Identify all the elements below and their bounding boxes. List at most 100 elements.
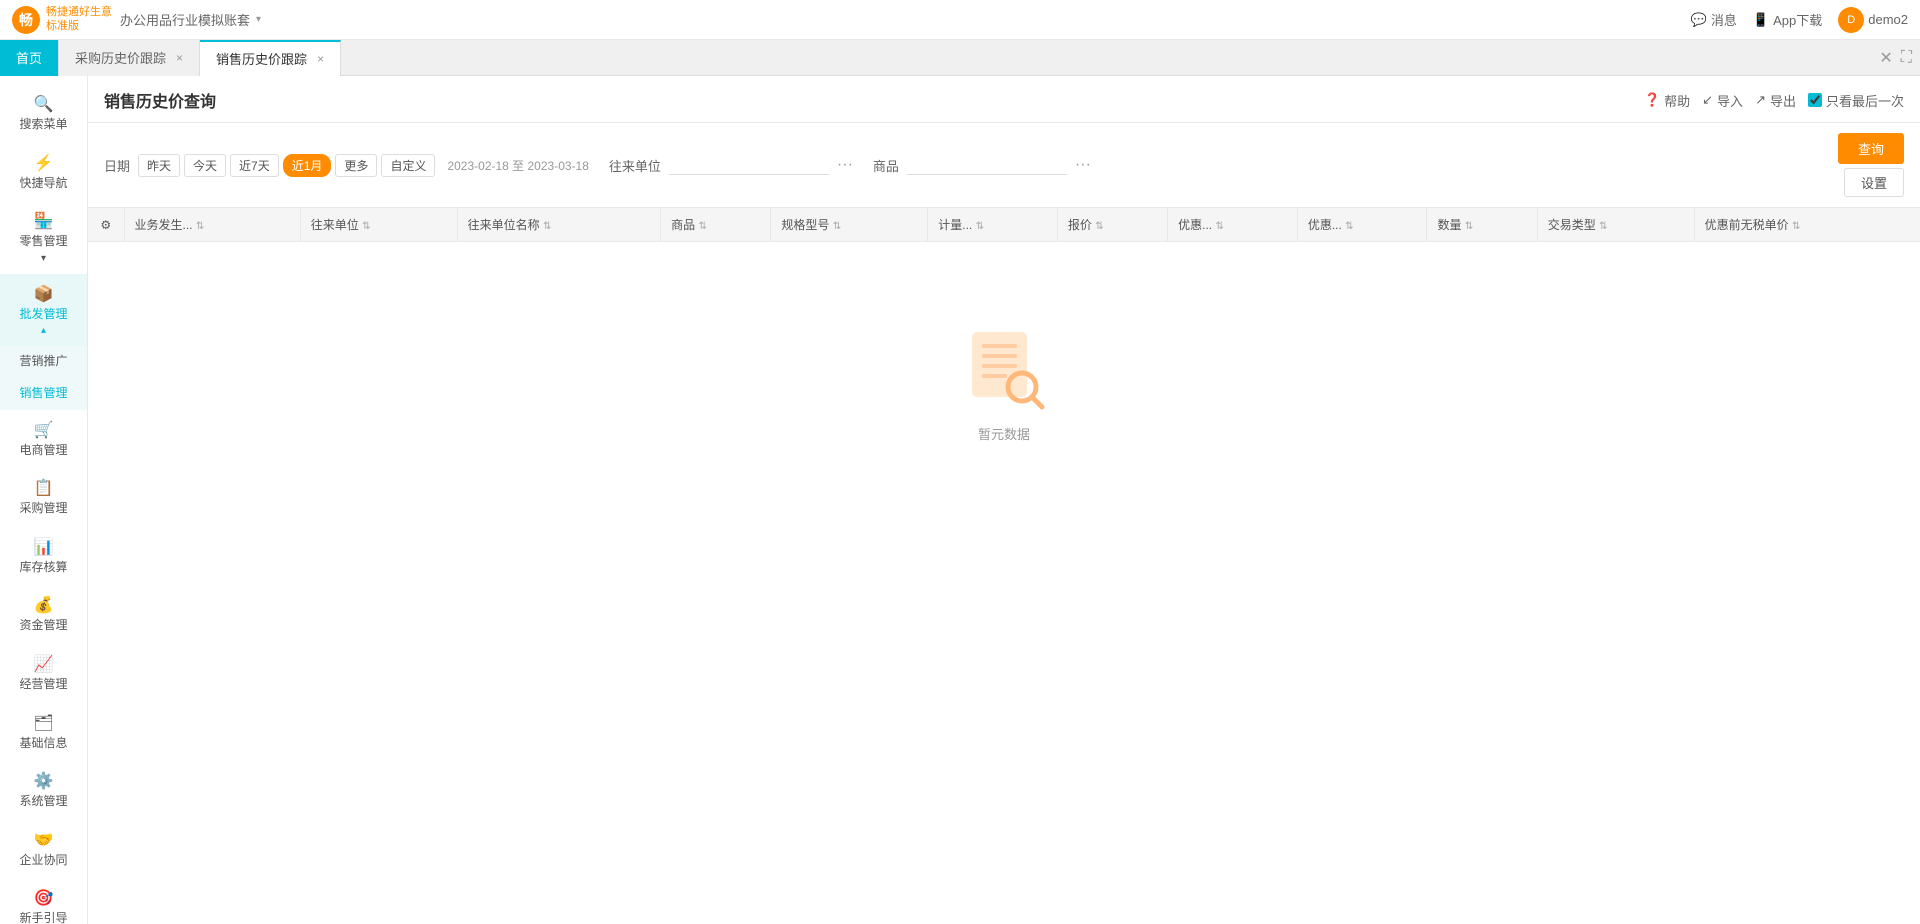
th-spec[interactable]: 规格型号 ⇅ xyxy=(771,208,928,242)
sort-icon: ⇅ xyxy=(196,221,204,232)
sidebar-sub-item-sales-mgmt[interactable]: 销售管理 xyxy=(0,378,87,410)
top-bar: 畅 畅捷通好生意 标准版 办公用品行业模拟账套 ▾ 💬 消息 📱 App下载 D… xyxy=(0,0,1920,40)
operations-icon: 📈 xyxy=(34,654,54,674)
goods-input[interactable] xyxy=(907,155,1067,175)
sidebar-item-finance[interactable]: 💰 资金管理 xyxy=(0,585,87,644)
sidebar-item-inventory[interactable]: 📊 库存核算 xyxy=(0,527,87,586)
th-discount2[interactable]: 优惠... ⇅ xyxy=(1297,208,1427,242)
home-tab-label: 首页 xyxy=(16,48,42,67)
th-pre-tax-price[interactable]: 优惠前无税单价 ⇅ xyxy=(1694,208,1920,242)
th-discount1[interactable]: 优惠... ⇅ xyxy=(1168,208,1298,242)
incoming-unit-filter: 往来单位 ··· xyxy=(609,155,853,175)
sidebar-item-wholesale[interactable]: 📦 批发管理 ▴ xyxy=(0,274,87,347)
th-price[interactable]: 报价 ⇅ xyxy=(1057,208,1167,242)
th-qty-label: 数量 xyxy=(1437,218,1461,232)
goods-label: 商品 xyxy=(873,156,899,175)
sort-icon: ⇅ xyxy=(1216,221,1224,232)
maximize-button[interactable]: ⛶ xyxy=(1901,49,1912,67)
th-trade-type[interactable]: 交易类型 ⇅ xyxy=(1537,208,1694,242)
th-goods[interactable]: 商品 ⇅ xyxy=(661,208,771,242)
sidebar-item-retail[interactable]: 🏪 零售管理 ▾ xyxy=(0,201,87,274)
inventory-icon: 📊 xyxy=(34,537,54,557)
page-title: 销售历史价查询 xyxy=(104,88,216,112)
sidebar-item-search[interactable]: 🔍 搜索菜单 xyxy=(0,84,87,143)
tab-sales-history[interactable]: 销售历史价跟踪 × xyxy=(200,40,341,76)
sort-icon: ⇅ xyxy=(1792,221,1800,232)
date-btn-yesterday[interactable]: 昨天 xyxy=(138,154,180,177)
date-btn-custom[interactable]: 自定义 xyxy=(381,154,435,177)
th-biz-date[interactable]: 业务发生... ⇅ xyxy=(124,208,300,242)
th-gear[interactable]: ⚙ xyxy=(88,208,124,242)
sidebar-item-operations[interactable]: 📈 经营管理 xyxy=(0,644,87,703)
tab-home[interactable]: 首页 xyxy=(0,40,59,76)
th-qty[interactable]: 数量 ⇅ xyxy=(1427,208,1537,242)
sort-icon: ⇅ xyxy=(833,221,841,232)
gear-icon[interactable]: ⚙ xyxy=(100,218,111,232)
table-container: ⚙ 业务发生... ⇅ 往来单位 ⇅ 往来单位名称 ⇅ xyxy=(88,208,1920,924)
sidebar-item-new-guide[interactable]: 🎯 新手引导 xyxy=(0,878,87,924)
export-button[interactable]: ↗ 导出 xyxy=(1755,91,1796,110)
top-bar-right: 💬 消息 📱 App下载 D demo2 xyxy=(1691,7,1908,33)
chevron-down-icon: ▾ xyxy=(41,253,46,264)
sidebar-item-purchase[interactable]: 📋 采购管理 xyxy=(0,468,87,527)
chevron-up-icon: ▴ xyxy=(41,325,46,336)
close-purchase-history-icon[interactable]: × xyxy=(176,51,183,65)
page-actions: ❓ 帮助 ↙ 导入 ↗ 导出 只看最后一次 xyxy=(1644,91,1904,110)
date-btn-7days[interactable]: 近7天 xyxy=(230,154,279,177)
tab-controls: ✕ ⛶ xyxy=(1871,48,1920,68)
sidebar-item-system[interactable]: ⚙️ 系统管理 xyxy=(0,761,87,820)
sort-icon: ⇅ xyxy=(976,221,984,232)
close-tab-button[interactable]: ✕ xyxy=(1879,48,1892,68)
goods-filter: 商品 ··· xyxy=(873,155,1091,175)
empty-illustration xyxy=(954,322,1054,412)
sales-history-tab-label: 销售历史价跟踪 xyxy=(216,49,307,68)
goods-picker-icon[interactable]: ··· xyxy=(1075,156,1091,174)
help-button[interactable]: ❓ 帮助 xyxy=(1644,91,1690,110)
sidebar: 🔍 搜索菜单 ⚡ 快捷导航 🏪 零售管理 ▾ 📦 批发管理 ▴ 营销推广 销售管… xyxy=(0,76,88,924)
search-icon: 🔍 xyxy=(34,94,54,114)
company-selector[interactable]: 办公用品行业模拟账套 ▾ xyxy=(120,10,261,29)
th-trade-type-label: 交易类型 xyxy=(1548,218,1596,232)
sidebar-item-enterprise-collab[interactable]: 🤝 企业协同 xyxy=(0,820,87,879)
date-btn-1month[interactable]: 近1月 xyxy=(283,154,332,177)
logo-text: 畅捷通好生意 标准版 xyxy=(46,6,112,32)
incoming-unit-input[interactable] xyxy=(669,155,829,175)
sort-icon: ⇅ xyxy=(1345,221,1353,232)
sort-icon: ⇅ xyxy=(1465,221,1473,232)
logo-area: 畅 畅捷通好生意 标准版 xyxy=(12,6,112,34)
th-pre-tax-price-label: 优惠前无税单价 xyxy=(1705,218,1789,232)
th-unit-code-label: 往来单位 xyxy=(311,218,359,232)
settings-button[interactable]: 设置 xyxy=(1844,168,1904,197)
import-button[interactable]: ↙ 导入 xyxy=(1702,91,1743,110)
th-unit-name[interactable]: 往来单位名称 ⇅ xyxy=(457,208,660,242)
sidebar-item-base-info[interactable]: 🗂 基础信息 xyxy=(0,703,87,762)
purchase-icon: 📋 xyxy=(34,478,54,498)
close-sales-history-icon[interactable]: × xyxy=(317,52,324,66)
th-unit[interactable]: 计量... ⇅ xyxy=(928,208,1058,242)
only-last-checkbox[interactable] xyxy=(1808,93,1822,107)
export-icon: ↗ xyxy=(1755,92,1766,108)
sidebar-item-ecommerce[interactable]: 🛒 电商管理 xyxy=(0,410,87,469)
tab-bar: 首页 采购历史价跟踪 × 销售历史价跟踪 × ✕ ⛶ xyxy=(0,40,1920,76)
main-layout: 🔍 搜索菜单 ⚡ 快捷导航 🏪 零售管理 ▾ 📦 批发管理 ▴ 营销推广 销售管… xyxy=(0,76,1920,924)
sidebar-item-quick-nav[interactable]: ⚡ 快捷导航 xyxy=(0,143,87,202)
empty-state: 暂元数据 xyxy=(88,242,1920,523)
empty-text: 暂元数据 xyxy=(978,424,1030,443)
date-btn-today[interactable]: 今天 xyxy=(184,154,226,177)
mobile-icon: 📱 xyxy=(1753,12,1769,28)
message-button[interactable]: 💬 消息 xyxy=(1691,10,1737,29)
sort-icon: ⇅ xyxy=(699,221,707,232)
th-unit-code[interactable]: 往来单位 ⇅ xyxy=(300,208,457,242)
query-button[interactable]: 查询 xyxy=(1838,133,1904,164)
tab-purchase-history[interactable]: 采购历史价跟踪 × xyxy=(59,40,200,76)
th-unit-label: 计量... xyxy=(938,218,972,232)
incoming-unit-picker-icon[interactable]: ··· xyxy=(837,156,853,174)
app-download-button[interactable]: 📱 App下载 xyxy=(1753,10,1822,29)
th-spec-label: 规格型号 xyxy=(781,218,829,232)
sidebar-sub-item-marketing[interactable]: 营销推广 xyxy=(0,346,87,378)
only-last-toggle[interactable]: 只看最后一次 xyxy=(1808,91,1904,110)
sort-icon: ⇅ xyxy=(1599,221,1607,232)
date-btn-more[interactable]: 更多 xyxy=(335,154,377,177)
user-menu[interactable]: D demo2 xyxy=(1838,7,1908,33)
content-area: 销售历史价查询 ❓ 帮助 ↙ 导入 ↗ 导出 xyxy=(88,76,1920,924)
